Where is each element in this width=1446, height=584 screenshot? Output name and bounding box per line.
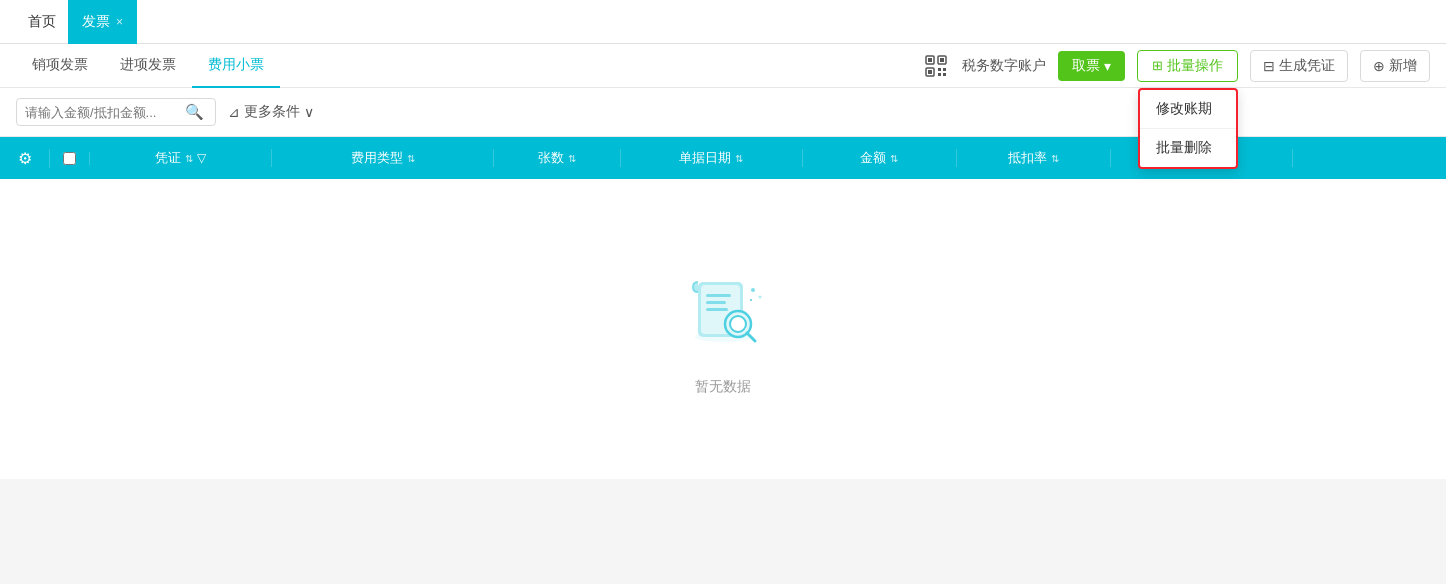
batch-icon: ⊞ (1152, 58, 1163, 73)
empty-state: 暂无数据 (0, 179, 1446, 479)
tax-account-button[interactable]: 税务数字账户 (962, 57, 1046, 75)
sort-expense-icon[interactable]: ⇅ (407, 153, 415, 164)
toolbar-right: 税务数字账户 取票 ▾ ⊞ 批量操作 修改账期 批量删除 ⊟ 生成凭证 ⊕ 新增 (922, 50, 1430, 82)
svg-point-17 (730, 316, 746, 332)
svg-rect-8 (938, 73, 941, 76)
table: ⚙ 凭证 ⇅ ▽ 费用类型 ⇅ 张数 ⇅ 单据日期 ⇅ 金额 ⇅ 抵扣率 ⇅ (0, 137, 1446, 479)
batch-delete-item[interactable]: 批量删除 (1140, 128, 1236, 167)
batch-dropdown-menu: 修改账期 批量删除 (1138, 88, 1238, 169)
search-wrap[interactable]: 🔍 (16, 98, 216, 126)
gen-voucher-button[interactable]: ⊟ 生成凭证 (1250, 50, 1348, 82)
filter-icon: ⊿ (228, 104, 240, 120)
svg-rect-15 (706, 308, 728, 311)
invoice-tab-label: 发票 (82, 13, 110, 31)
th-setting[interactable]: ⚙ (0, 149, 50, 168)
svg-point-19 (751, 288, 755, 292)
th-expense-type: 费用类型 ⇅ (272, 149, 495, 167)
tab-sales[interactable]: 销项发票 (16, 44, 104, 88)
svg-rect-7 (943, 68, 946, 71)
svg-rect-3 (940, 58, 944, 62)
tab-expense[interactable]: 费用小票 (192, 44, 280, 88)
th-count: 张数 ⇅ (494, 149, 621, 167)
sort-date-icon[interactable]: ⇅ (735, 153, 743, 164)
take-ticket-button[interactable]: 取票 ▾ (1058, 51, 1125, 81)
sort-rate-icon[interactable]: ⇅ (1051, 153, 1059, 164)
batch-operations-wrap: ⊞ 批量操作 修改账期 批量删除 (1137, 50, 1238, 82)
empty-illustration (673, 262, 773, 362)
sub-tabs-bar: 销项发票 进项发票 费用小票 税务数字账户 取票 ▾ (0, 44, 1446, 88)
empty-text: 暂无数据 (695, 378, 751, 396)
search-icon: 🔍 (185, 103, 204, 121)
invoice-tab[interactable]: 发票 × (68, 0, 137, 44)
th-rate: 抵扣率 ⇅ (957, 149, 1111, 167)
sort-amount-icon[interactable]: ⇅ (890, 153, 898, 164)
svg-rect-5 (928, 70, 932, 74)
svg-rect-6 (938, 68, 941, 71)
th-check[interactable] (50, 152, 90, 165)
settings-icon: ⚙ (18, 149, 32, 168)
svg-point-20 (759, 296, 762, 299)
th-date: 单据日期 ⇅ (621, 149, 803, 167)
add-icon: ⊕ (1373, 58, 1385, 74)
svg-point-21 (750, 299, 752, 301)
qr-code-icon[interactable] (922, 52, 950, 80)
th-amount: 金额 ⇅ (803, 149, 957, 167)
sort-voucher-icon[interactable]: ⇅ (185, 153, 193, 164)
svg-rect-9 (943, 73, 946, 76)
search-input[interactable] (25, 105, 185, 120)
home-tab[interactable]: 首页 (16, 13, 68, 31)
top-nav: 首页 发票 × (0, 0, 1446, 44)
add-button[interactable]: ⊕ 新增 (1360, 50, 1430, 82)
svg-rect-1 (928, 58, 932, 62)
gen-voucher-icon: ⊟ (1263, 58, 1275, 74)
svg-rect-13 (706, 294, 731, 297)
more-filter-button[interactable]: ⊿ 更多条件 ∨ (228, 103, 314, 121)
sort-count-icon[interactable]: ⇅ (568, 153, 576, 164)
svg-rect-14 (706, 301, 726, 304)
th-voucher: 凭证 ⇅ ▽ (90, 149, 272, 167)
invoice-tab-close[interactable]: × (116, 15, 123, 29)
filter-voucher-icon[interactable]: ▽ (197, 151, 206, 165)
select-all-checkbox[interactable] (63, 152, 76, 165)
tab-input[interactable]: 进项发票 (104, 44, 192, 88)
modify-period-item[interactable]: 修改账期 (1140, 90, 1236, 128)
batch-operations-button[interactable]: ⊞ 批量操作 (1137, 50, 1238, 82)
